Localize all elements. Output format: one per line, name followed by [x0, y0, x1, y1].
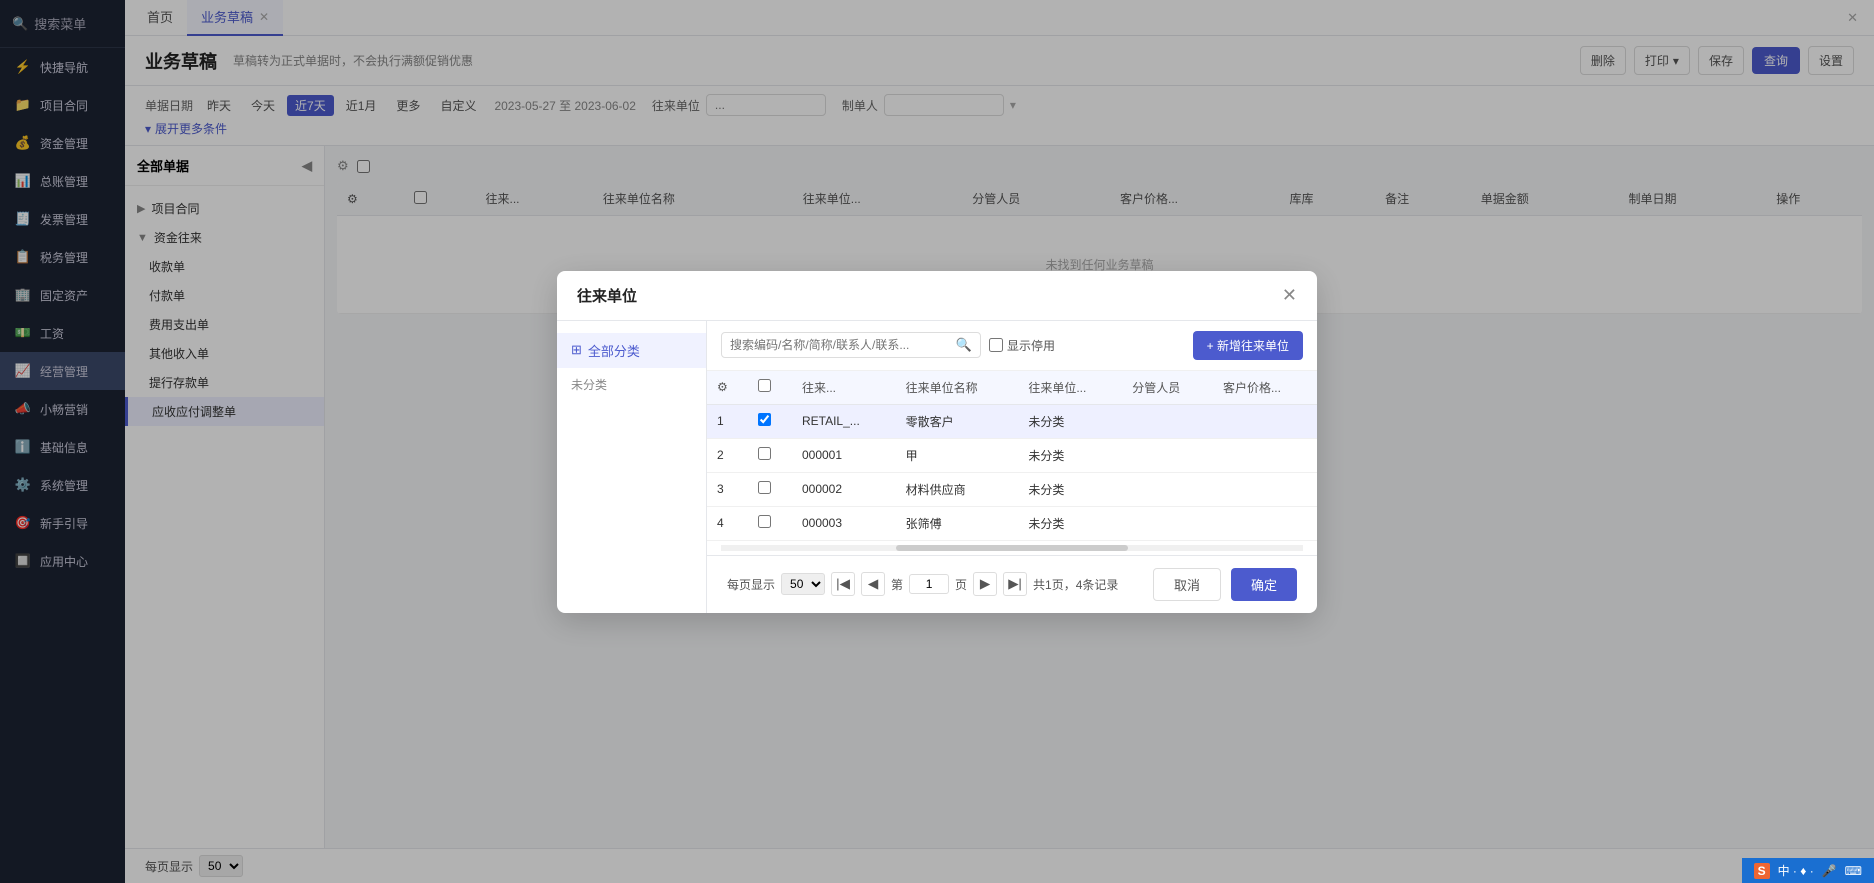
modal-row-1-num: 1 [707, 404, 748, 438]
modal-row-4-category: 未分类 [1018, 506, 1122, 540]
modal-col-category: 往来单位... [1018, 371, 1122, 405]
modal-header: 往来单位 ✕ [557, 271, 1317, 321]
last-page-btn[interactable]: ▶| [1003, 572, 1027, 596]
prev-page-btn[interactable]: ◀ [861, 572, 885, 596]
modal-table-row[interactable]: 1 RETAIL_... 零散客户 未分类 [707, 404, 1317, 438]
page-number-input[interactable] [909, 574, 949, 594]
next-page-btn[interactable]: ▶ [973, 572, 997, 596]
modal-row-2-name: 甲 [896, 438, 1019, 472]
modal-col-manager: 分管人员 [1122, 371, 1213, 405]
modal-row-1-checkbox[interactable] [748, 404, 792, 438]
modal-row-2-price [1213, 438, 1317, 472]
modal-search-input[interactable] [730, 338, 952, 352]
modal-row-3-manager [1122, 472, 1213, 506]
modal-row-1-price [1213, 404, 1317, 438]
modal-row-4-code: 000003 [792, 506, 896, 540]
modal-row-1-manager [1122, 404, 1213, 438]
modal-main: 🔍 显示停用 + 新增往来单位 ⚙ [707, 321, 1317, 613]
modal-sidebar-unclassified[interactable]: 未分类 [557, 368, 706, 401]
total-info: 共1页，4条记录 [1033, 576, 1118, 593]
modal-row-1-name: 零散客户 [896, 404, 1019, 438]
modal-row-4-price [1213, 506, 1317, 540]
modal-footer: 每页显示 50 |◀ ◀ 第 页 ▶ ▶| 共1页，4条记录 [707, 555, 1317, 613]
modal-row-2-category: 未分类 [1018, 438, 1122, 472]
pagination: 每页显示 50 |◀ ◀ 第 页 ▶ ▶| 共1页，4条记录 [727, 572, 1118, 596]
status-keyboard-icon: ⌨ [1845, 864, 1862, 878]
modal-row-3-checkbox[interactable] [748, 472, 792, 506]
per-page-select[interactable]: 50 [781, 573, 825, 595]
modal-table-row[interactable]: 3 000002 材料供应商 未分类 [707, 472, 1317, 506]
page-num-label: 第 [891, 576, 903, 593]
modal-table-wrap: ⚙ 往来... 往来单位名称 往来单位... 分管人员 客户价格... [707, 371, 1317, 541]
modal-body: ⊞ 全部分类 未分类 🔍 显示停用 [557, 321, 1317, 613]
modal-row-3-price [1213, 472, 1317, 506]
show-disabled-option: 显示停用 [989, 337, 1055, 354]
scrollbar-thumb[interactable] [896, 545, 1129, 551]
modal-col-checkbox [748, 371, 792, 405]
modal-sidebar: ⊞ 全部分类 未分类 [557, 321, 707, 613]
show-disabled-label: 显示停用 [1007, 337, 1055, 354]
confirm-button[interactable]: 确定 [1231, 568, 1297, 601]
modal-row-2-checkbox[interactable] [748, 438, 792, 472]
modal-table-row[interactable]: 2 000001 甲 未分类 [707, 438, 1317, 472]
status-label: 中 · ♦ · [1778, 862, 1814, 879]
modal-col-name: 往来单位名称 [896, 371, 1019, 405]
modal-row-3-code: 000002 [792, 472, 896, 506]
modal-col-settings: ⚙ [707, 371, 748, 405]
modal-row-1-category: 未分类 [1018, 404, 1122, 438]
modal-sidebar-all-label: 全部分类 [588, 341, 640, 360]
grid-icon: ⊞ [571, 342, 582, 358]
modal-row-4-checkbox[interactable] [748, 506, 792, 540]
modal-row-4-num: 4 [707, 506, 748, 540]
modal-row-3-name: 材料供应商 [896, 472, 1019, 506]
modal-title: 往来单位 [577, 285, 637, 306]
modal-toolbar: 🔍 显示停用 + 新增往来单位 [707, 321, 1317, 371]
modal-scrollbar[interactable] [721, 545, 1303, 551]
modal-actions: 取消 确定 [1153, 568, 1297, 601]
cancel-button[interactable]: 取消 [1153, 568, 1221, 601]
modal-overlay: 往来单位 ✕ ⊞ 全部分类 未分类 🔍 [0, 0, 1874, 883]
modal-col-price: 客户价格... [1213, 371, 1317, 405]
modal-close-icon[interactable]: ✕ [1282, 285, 1297, 306]
modal-row-3-category: 未分类 [1018, 472, 1122, 506]
show-disabled-checkbox[interactable] [989, 338, 1003, 352]
modal-search-icon: 🔍 [956, 337, 972, 353]
modal-row-2-manager [1122, 438, 1213, 472]
modal-sidebar-unclassified-label: 未分类 [571, 378, 607, 392]
modal-col-code: 往来... [792, 371, 896, 405]
modal-row-1-code: RETAIL_... [792, 404, 896, 438]
modal-row-3-num: 3 [707, 472, 748, 506]
modal-row-4-name: 张筛傅 [896, 506, 1019, 540]
modal-thead-checkbox[interactable] [758, 379, 771, 392]
modal-row-2-num: 2 [707, 438, 748, 472]
page-word: 页 [955, 576, 967, 593]
per-page-label: 每页显示 [727, 576, 775, 593]
modal-table: ⚙ 往来... 往来单位名称 往来单位... 分管人员 客户价格... [707, 371, 1317, 541]
status-mic-icon: 🎤 [1822, 864, 1837, 878]
add-partner-button[interactable]: + 新增往来单位 [1193, 331, 1303, 360]
modal-table-row[interactable]: 4 000003 张筛傅 未分类 [707, 506, 1317, 540]
first-page-btn[interactable]: |◀ [831, 572, 855, 596]
partner-modal: 往来单位 ✕ ⊞ 全部分类 未分类 🔍 [557, 271, 1317, 613]
status-s-icon: S [1754, 863, 1770, 879]
modal-search-box: 🔍 [721, 332, 981, 358]
modal-sidebar-all[interactable]: ⊞ 全部分类 [557, 333, 706, 368]
modal-row-2-code: 000001 [792, 438, 896, 472]
status-bar: S 中 · ♦ · 🎤 ⌨ [1742, 858, 1874, 883]
modal-row-4-manager [1122, 506, 1213, 540]
